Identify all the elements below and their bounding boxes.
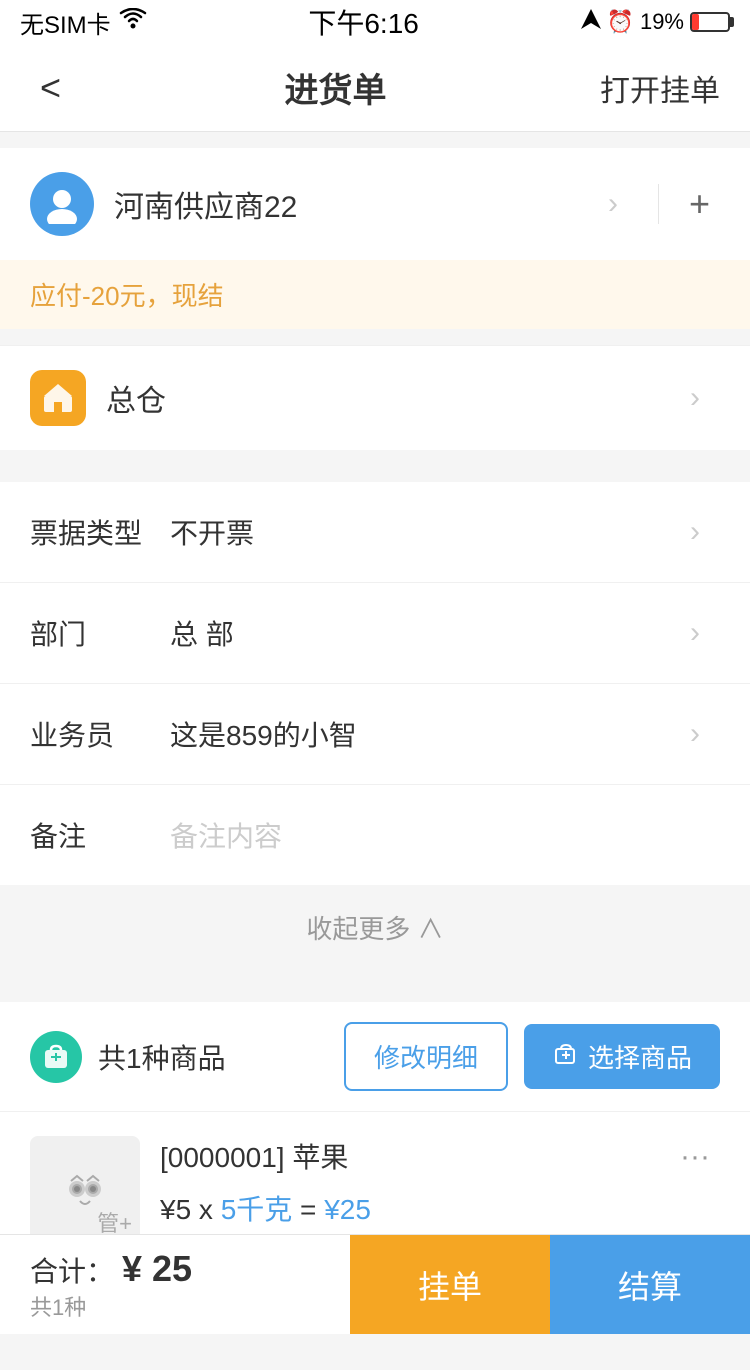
supplier-avatar	[30, 172, 94, 236]
products-header: 共1种商品 修改明细 选择商品	[0, 1002, 750, 1111]
more-button[interactable]: ···	[670, 1136, 720, 1178]
status-left: 无SIM卡	[20, 5, 147, 40]
select-product-button[interactable]: 选择商品	[524, 1024, 720, 1089]
remark-value[interactable]: 备注内容	[170, 815, 720, 855]
separator-3	[0, 466, 750, 482]
total-line: 合计： ¥ 25	[30, 1248, 320, 1290]
department-value: 总 部	[170, 613, 690, 653]
status-right: ⏰ 19%	[581, 9, 730, 35]
warehouse-chevron-icon: ›	[690, 381, 700, 415]
vertical-divider	[658, 184, 659, 224]
collapse-button[interactable]: 收起更多 ∧	[0, 885, 750, 970]
hang-button[interactable]: 挂单	[350, 1235, 550, 1334]
supplier-section: 河南供应商22 › + 应付-20元，现结	[0, 148, 750, 329]
invoice-chevron-icon: ›	[690, 515, 700, 549]
page-title: 进货单	[285, 63, 387, 112]
status-time: 下午6:16	[308, 2, 419, 42]
total-sub-label: 共1种	[30, 1290, 320, 1322]
back-button[interactable]: <	[30, 57, 71, 119]
status-bar: 无SIM卡 下午6:16 ⏰ 19%	[0, 0, 750, 44]
select-product-label: 选择商品	[588, 1038, 692, 1075]
supplier-notice: 应付-20元，现结	[0, 260, 750, 329]
total-price: ¥25	[324, 1194, 371, 1225]
price-prefix: ¥5 x	[160, 1194, 221, 1225]
supplier-row: 河南供应商22 › +	[0, 148, 750, 260]
location-icon	[581, 9, 601, 35]
department-row[interactable]: 部门 总 部 ›	[0, 583, 750, 684]
product-info: [0000001] 苹果 ¥5 x 5千克 = ¥25	[160, 1136, 670, 1228]
wifi-icon	[119, 8, 147, 37]
total-amount: ¥ 25	[122, 1248, 192, 1290]
supplier-name[interactable]: 河南供应商22	[114, 182, 608, 226]
supplier-chevron-icon: ›	[608, 187, 618, 221]
quantity-value: 5千克	[221, 1194, 293, 1225]
separator-1	[0, 132, 750, 148]
warehouse-name: 总仓	[106, 376, 690, 420]
open-hang-button[interactable]: 打开挂单	[600, 66, 720, 110]
remark-label: 备注	[30, 815, 170, 855]
settle-button[interactable]: 结算	[550, 1235, 750, 1334]
battery-percent: 19%	[640, 9, 684, 35]
form-section: 票据类型 不开票 › 部门 总 部 › 业务员 这是859的小智 › 备注 备注…	[0, 466, 750, 885]
separator-2	[0, 329, 750, 345]
add-button[interactable]: +	[679, 179, 720, 229]
salesperson-label: 业务员	[30, 714, 170, 754]
salesperson-value: 这是859的小智	[170, 714, 690, 754]
salesperson-row[interactable]: 业务员 这是859的小智 ›	[0, 684, 750, 785]
cart-icon	[552, 1039, 580, 1074]
warehouse-row[interactable]: 总仓 ›	[0, 345, 750, 450]
remark-row[interactable]: 备注 备注内容	[0, 785, 750, 885]
invoice-type-row[interactable]: 票据类型 不开票 ›	[0, 482, 750, 583]
invoice-type-value: 不开票	[170, 512, 690, 552]
carrier-label: 无SIM卡	[20, 5, 111, 40]
department-chevron-icon: ›	[690, 616, 700, 650]
warehouse-section: 总仓 ›	[0, 345, 750, 450]
product-price: ¥5 x 5千克 = ¥25	[160, 1188, 670, 1228]
equals-sign: =	[292, 1194, 324, 1225]
department-label: 部门	[30, 613, 170, 653]
battery-icon	[690, 12, 730, 32]
product-thumbnail: 管+	[30, 1136, 140, 1246]
salesperson-chevron-icon: ›	[690, 717, 700, 751]
products-icon	[30, 1031, 82, 1083]
nav-bar: < 进货单 打开挂单	[0, 44, 750, 132]
separator-4	[0, 970, 750, 986]
invoice-type-label: 票据类型	[30, 512, 170, 552]
alarm-icon: ⏰	[607, 9, 634, 35]
product-name: [0000001] 苹果	[160, 1136, 670, 1176]
products-count: 共1种商品	[98, 1037, 344, 1077]
total-section: 合计： ¥ 25 共1种	[0, 1248, 350, 1322]
warehouse-icon	[30, 370, 86, 426]
edit-detail-button[interactable]: 修改明细	[344, 1022, 508, 1091]
total-label: 合计：	[30, 1250, 114, 1290]
bottom-bar: 合计： ¥ 25 共1种 挂单 结算	[0, 1234, 750, 1334]
